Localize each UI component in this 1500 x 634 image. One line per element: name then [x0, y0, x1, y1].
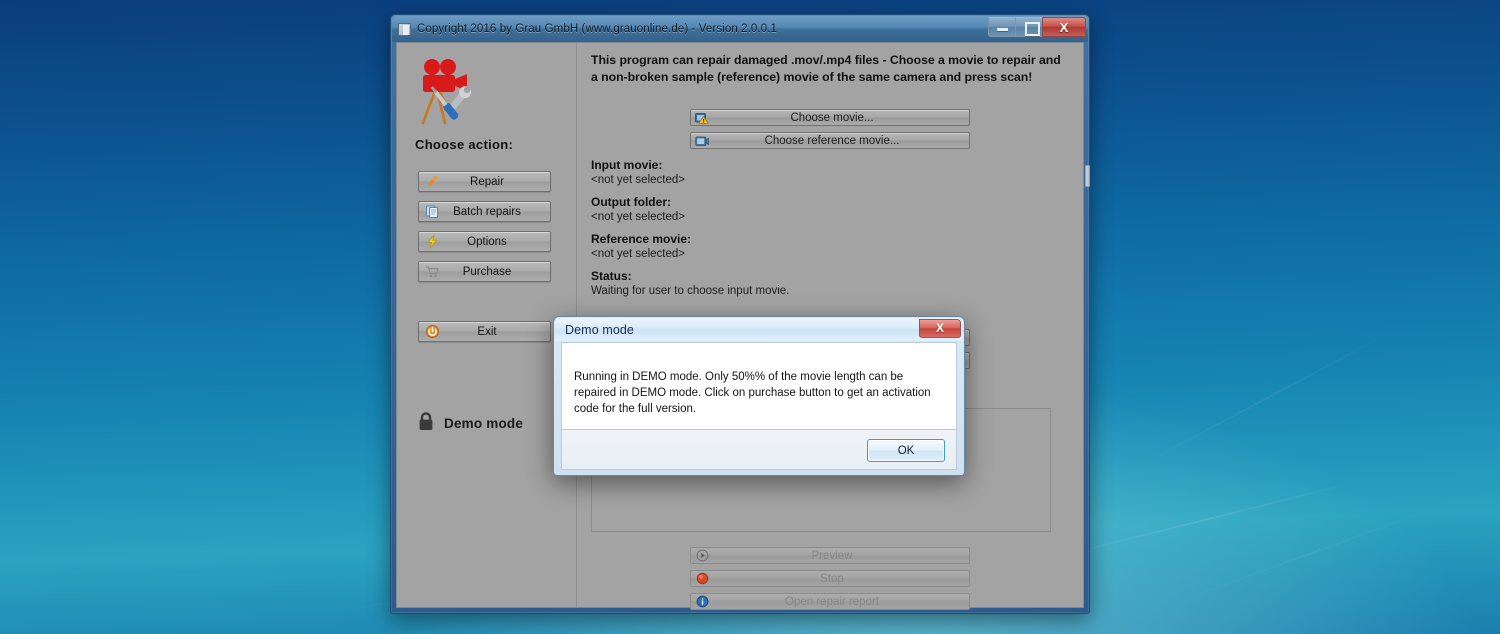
stop-button-label: Stop: [820, 572, 844, 585]
window-title: Copyright 2016 by Grau GmbH (www.grauonl…: [417, 23, 777, 35]
preview-button[interactable]: Preview: [690, 547, 970, 564]
options-button-label: Options: [467, 235, 507, 248]
application-window: Copyright 2016 by Grau GmbH (www.grauonl…: [390, 14, 1090, 614]
choose-reference-movie-button[interactable]: Choose reference movie...: [690, 132, 970, 149]
exit-button-label: Exit: [477, 325, 497, 338]
application-icon: [398, 22, 411, 36]
dialog-title: Demo mode: [565, 322, 634, 337]
lightning-icon: [422, 234, 442, 250]
maximize-button[interactable]: [1015, 17, 1043, 37]
open-repair-report-button-label: Open repair report: [785, 595, 879, 608]
wallpaper-streak: [1129, 329, 1396, 472]
purchase-button[interactable]: Purchase: [418, 261, 551, 282]
input-movie-label: Input movie:: [591, 158, 663, 172]
open-repair-report-button[interactable]: Open repair report: [690, 593, 970, 610]
documents-icon: [422, 204, 442, 220]
reference-movie-label: Reference movie:: [591, 232, 692, 246]
minimize-button[interactable]: [988, 17, 1016, 37]
output-folder-value: <not yet selected>: [591, 211, 685, 223]
preview-button-label: Preview: [811, 549, 853, 562]
lock-icon: [417, 411, 435, 436]
window-controls: X: [988, 17, 1086, 37]
stop-button[interactable]: Stop: [690, 570, 970, 587]
exit-button[interactable]: Exit: [418, 321, 551, 342]
batch-repairs-button[interactable]: Batch repairs: [418, 201, 551, 222]
close-button[interactable]: X: [1042, 17, 1086, 37]
repair-button-label: Repair: [470, 175, 504, 188]
window-titlebar[interactable]: Copyright 2016 by Grau GmbH (www.grauonl…: [392, 16, 1088, 42]
status-value: Waiting for user to choose input movie.: [591, 285, 790, 297]
window-edge-scroll-nub[interactable]: [1085, 165, 1090, 187]
sidebar: Choose action: Repair Batch repairs Opti…: [397, 43, 577, 607]
demo-mode-dialog: Demo mode X Running in DEMO mode. Only 5…: [553, 316, 965, 476]
stop-record-icon: [693, 572, 711, 586]
options-button[interactable]: Options: [418, 231, 551, 252]
movie-warning-icon: [693, 111, 711, 125]
dialog-message: Running in DEMO mode. Only 50%% of the m…: [574, 371, 931, 415]
repair-button[interactable]: Repair: [418, 171, 551, 192]
input-movie-value: <not yet selected>: [591, 174, 685, 186]
reference-movie-field: Reference movie: <not yet selected>: [591, 232, 691, 262]
choose-reference-movie-button-label: Choose reference movie...: [764, 134, 900, 147]
choose-movie-button[interactable]: Choose movie...: [690, 109, 970, 126]
output-folder-label: Output folder:: [591, 195, 671, 209]
power-icon: [422, 324, 442, 340]
status-field: Status: Waiting for user to choose input…: [591, 269, 789, 299]
batch-repairs-button-label: Batch repairs: [453, 205, 521, 218]
close-icon: X: [1059, 20, 1069, 35]
play-icon: [693, 549, 711, 563]
dialog-body: Running in DEMO mode. Only 50%% of the m…: [561, 342, 957, 430]
intro-text: This program can repair damaged .mov/.mp…: [591, 53, 1061, 84]
app-logo-camera-repair-icon: [421, 59, 472, 125]
choose-action-label: Choose action:: [415, 137, 514, 152]
wallpaper-streak: [1179, 504, 1444, 602]
input-movie-field: Input movie: <not yet selected>: [591, 158, 685, 188]
demo-mode-status: Demo mode: [417, 411, 523, 436]
status-label: Status:: [591, 269, 632, 283]
wrench-icon: [422, 174, 442, 190]
close-icon: X: [935, 321, 944, 335]
desktop-background: Copyright 2016 by Grau GmbH (www.grauonl…: [0, 0, 1500, 634]
dialog-titlebar[interactable]: Demo mode X: [555, 318, 963, 341]
shopping-cart-icon: [422, 264, 442, 280]
reference-movie-value: <not yet selected>: [591, 248, 685, 260]
ok-button[interactable]: OK: [867, 439, 945, 462]
output-folder-field: Output folder: <not yet selected>: [591, 195, 685, 225]
demo-mode-label: Demo mode: [444, 416, 524, 431]
info-icon: [693, 595, 711, 609]
dialog-footer: OK: [561, 430, 957, 470]
movie-icon: [693, 134, 711, 148]
purchase-button-label: Purchase: [462, 265, 512, 278]
choose-movie-button-label: Choose movie...: [790, 111, 874, 124]
dialog-close-button[interactable]: X: [919, 319, 961, 338]
